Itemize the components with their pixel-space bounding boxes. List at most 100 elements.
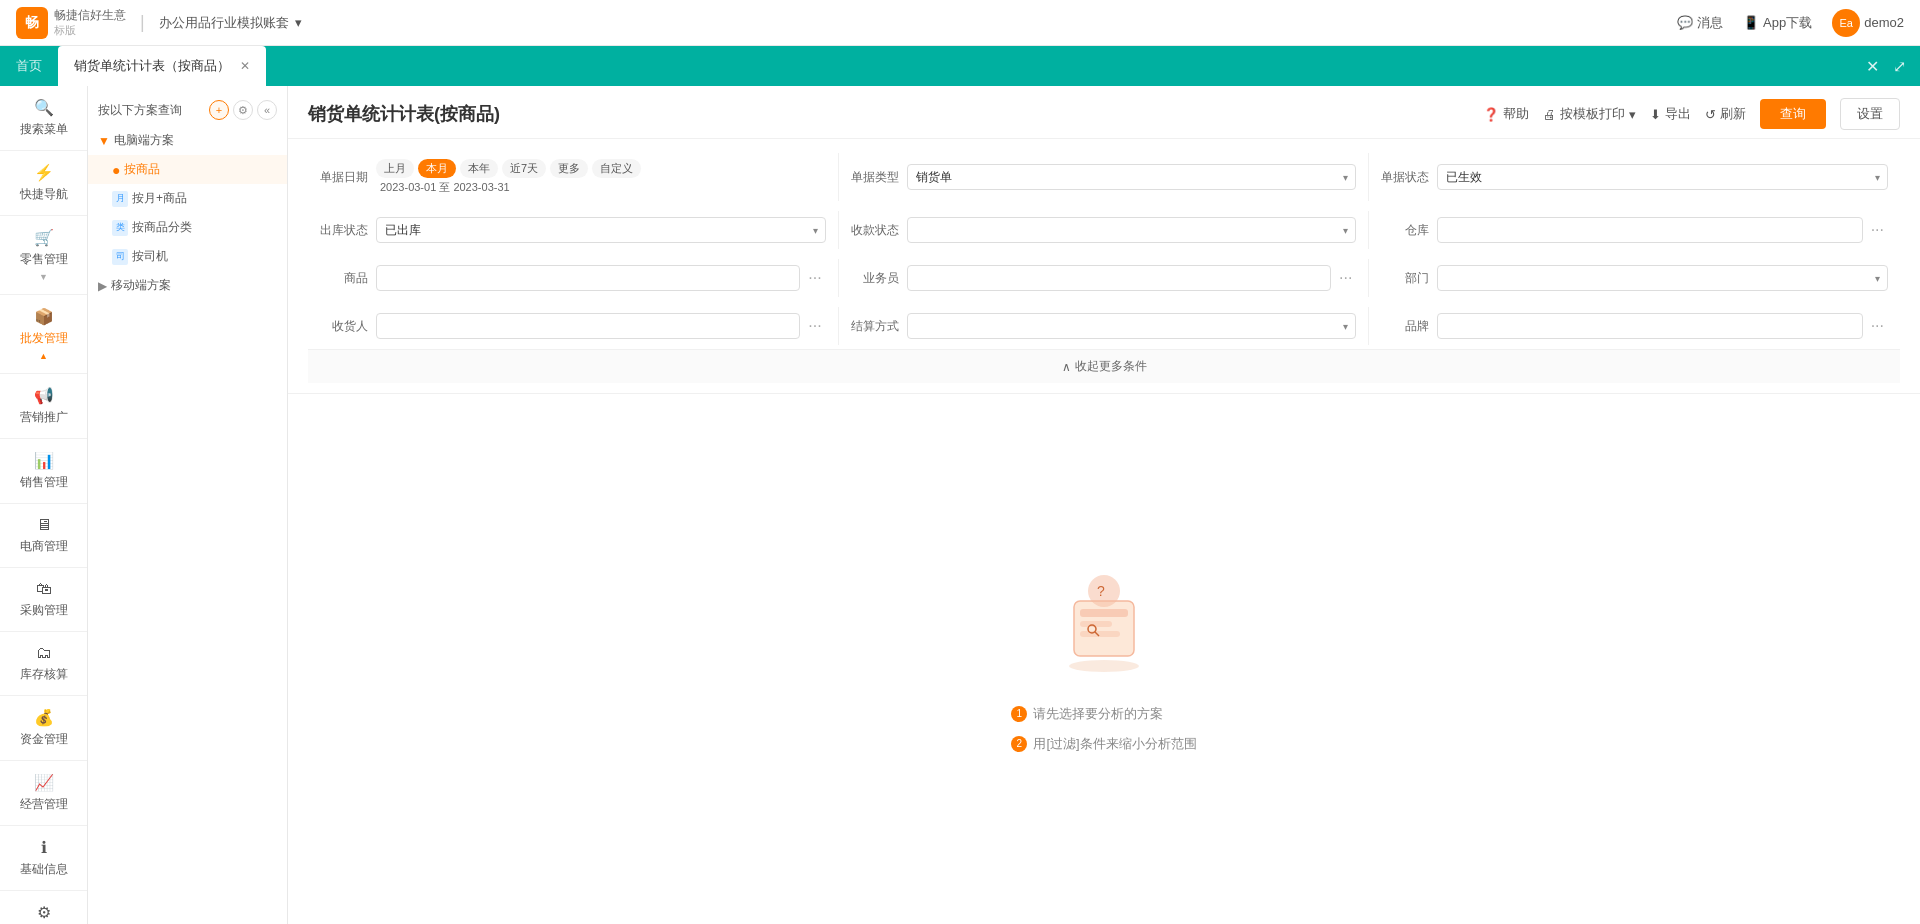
settings-scheme-btn[interactable]: ⚙ [233,100,253,120]
sidebar-item-basic-info[interactable]: ℹ 基础信息 [0,826,87,891]
inventory-icon: 🗂 [36,644,52,662]
retail-icon: 🛒 [34,228,54,247]
brand-dots-btn[interactable]: ··· [1867,317,1888,335]
warehouse-dots-btn[interactable]: ··· [1867,221,1888,239]
brand-control: ··· [1437,313,1888,339]
filter-row-1: 单据日期 上月 本月 本年 近7天 更多 自定义 2023-03-01 至 20… [308,153,1900,201]
app-download-btn[interactable]: 📱 App下载 [1743,14,1812,32]
export-btn[interactable]: ⬇ 导出 [1650,105,1691,123]
sidebar-item-wholesale[interactable]: 📦 批发管理 ▲ [0,295,87,374]
settlement-select[interactable] [907,313,1357,339]
collection-status-select[interactable] [907,217,1357,243]
tab-close-window-icon[interactable]: ✕ [1862,55,1883,78]
add-scheme-btn[interactable]: + [209,100,229,120]
sidebar-item-quick-nav[interactable]: ⚡ 快捷导航 [0,151,87,216]
warehouse-status-select[interactable]: 已出库 [376,217,826,243]
settlement-cell: 结算方式 ▾ [839,307,1370,345]
quick-nav-icon: ⚡ [34,163,54,182]
brand-input[interactable] [1437,313,1862,339]
collapse-panel-btn[interactable]: « [257,100,277,120]
empty-state: ? 1 请先选择要分析的方案 2 用[过滤]条件来缩小分析范围 [288,394,1920,924]
sidebar-item-search-menu[interactable]: 🔍 搜索菜单 [0,86,87,151]
export-icon: ⬇ [1650,107,1661,122]
dropdown-icon: ▾ [295,15,302,30]
sidebar-item-ecommerce[interactable]: 🖥 电商管理 [0,504,87,568]
recipient-input[interactable] [376,313,800,339]
svg-rect-3 [1080,621,1112,627]
workspace-selector[interactable]: 办公用品行业模拟账套 ▾ [159,14,302,32]
main-layout: 🔍 搜索菜单 ⚡ 快捷导航 🛒 零售管理 ▼ 📦 批发管理 ▲ 📢 营销推广 📊… [0,86,1920,924]
tab-expand-icon[interactable]: ⤢ [1889,55,1910,78]
salesperson-input[interactable] [907,265,1331,291]
tab-sales-stats[interactable]: 销货单统计计表（按商品） ✕ [58,46,266,86]
sidebar-item-operations[interactable]: 📈 经营管理 [0,761,87,826]
print-icon: 🖨 [1543,107,1556,122]
tree-by-product[interactable]: ● 按商品 [88,155,287,184]
tree-collapsed-icon: ▶ [98,279,107,293]
date-pill-more[interactable]: 更多 [550,159,588,178]
logo-text: 畅捷信好生意 标版 [54,8,126,38]
product-dots-btn[interactable]: ··· [804,269,825,287]
date-pill-this-year[interactable]: 本年 [460,159,498,178]
logo-area: 畅 畅捷信好生意 标版 [16,7,126,39]
doc-status-select[interactable]: 已生效 [1437,164,1888,190]
salesperson-dots-btn[interactable]: ··· [1335,269,1356,287]
query-btn[interactable]: 查询 [1760,99,1826,129]
sidebar-item-sales[interactable]: 📊 销售管理 [0,439,87,504]
sidebar-item-retail[interactable]: 🛒 零售管理 ▼ [0,216,87,295]
tree-by-category[interactable]: 类 按商品分类 [88,213,287,242]
department-select[interactable] [1437,265,1888,291]
product-input[interactable] [376,265,800,291]
tree-desktop-parent[interactable]: ▼ 电脑端方案 [88,126,287,155]
settlement-wrapper: ▾ [907,313,1357,339]
tab-close-icon[interactable]: ✕ [240,59,250,73]
empty-step-2: 2 用[过滤]条件来缩小分析范围 [1011,731,1196,757]
svg-point-0 [1069,660,1139,672]
warehouse-input[interactable] [1437,217,1862,243]
salesperson-cell: 业务员 ··· [839,259,1370,297]
department-wrapper: ▾ [1437,265,1888,291]
top-nav: 畅 畅捷信好生意 标版 | 办公用品行业模拟账套 ▾ 💬 消息 📱 App下载 … [0,0,1920,46]
sidebar-item-inventory[interactable]: 🗂 库存核算 [0,632,87,696]
user-avatar-btn[interactable]: Ea demo2 [1832,9,1904,37]
filter-area: 单据日期 上月 本月 本年 近7天 更多 自定义 2023-03-01 至 20… [288,139,1920,394]
template-print-btn[interactable]: 🖨 按模板打印 ▾ [1543,105,1636,123]
step2-num: 2 [1011,736,1027,752]
date-filter-control: 上月 本月 本年 近7天 更多 自定义 2023-03-01 至 2023-03… [376,159,826,195]
date-pill-custom[interactable]: 自定义 [592,159,641,178]
department-cell: 部门 ▾ [1369,259,1900,297]
page-title: 销货单统计计表(按商品) [308,102,500,126]
tab-bar: 首页 销货单统计计表（按商品） ✕ ✕ ⤢ [0,46,1920,86]
driver-icon: 司 [112,249,128,265]
step1-num: 1 [1011,706,1027,722]
salesperson-control: ··· [907,265,1357,291]
sidebar-item-sys-mgmt[interactable]: ⚙ 系统管理 [0,891,87,924]
wholesale-arrow: ▲ [39,351,48,361]
date-pill-this-month[interactable]: 本月 [418,159,456,178]
sidebar-item-procurement[interactable]: 🛍 采购管理 [0,568,87,632]
wholesale-icon: 📦 [34,307,54,326]
sidebar-item-marketing[interactable]: 📢 营销推广 [0,374,87,439]
doc-type-wrapper: 销货单 ▾ [907,164,1357,190]
warehouse-cell: 仓库 ··· [1369,211,1900,249]
sidebar-item-finance[interactable]: 💰 资金管理 [0,696,87,761]
marketing-icon: 📢 [34,386,54,405]
recipient-dots-btn[interactable]: ··· [804,317,825,335]
collapse-bar[interactable]: ∧ 收起更多条件 [308,349,1900,383]
tab-home[interactable]: 首页 [0,46,58,86]
help-icon: ❓ [1483,107,1499,122]
tree-by-driver[interactable]: 司 按司机 [88,242,287,271]
refresh-btn[interactable]: ↺ 刷新 [1705,105,1746,123]
date-pill-last-month[interactable]: 上月 [376,159,414,178]
doc-type-select[interactable]: 销货单 [907,164,1357,190]
settings-btn[interactable]: 设置 [1840,98,1900,130]
top-nav-left: 畅 畅捷信好生意 标版 | 办公用品行业模拟账套 ▾ [16,7,302,39]
help-btn[interactable]: ❓ 帮助 [1483,105,1529,123]
tree-by-month-product[interactable]: 月 按月+商品 [88,184,287,213]
empty-illustration: ? [1044,561,1164,681]
page-actions: ❓ 帮助 🖨 按模板打印 ▾ ⬇ 导出 ↺ 刷新 [1483,98,1900,130]
message-btn[interactable]: 💬 消息 [1677,14,1723,32]
left-panel-header: 按以下方案查询 + ⚙ « [88,94,287,126]
date-pill-7days[interactable]: 近7天 [502,159,546,178]
tree-mobile-parent[interactable]: ▶ 移动端方案 [88,271,287,300]
